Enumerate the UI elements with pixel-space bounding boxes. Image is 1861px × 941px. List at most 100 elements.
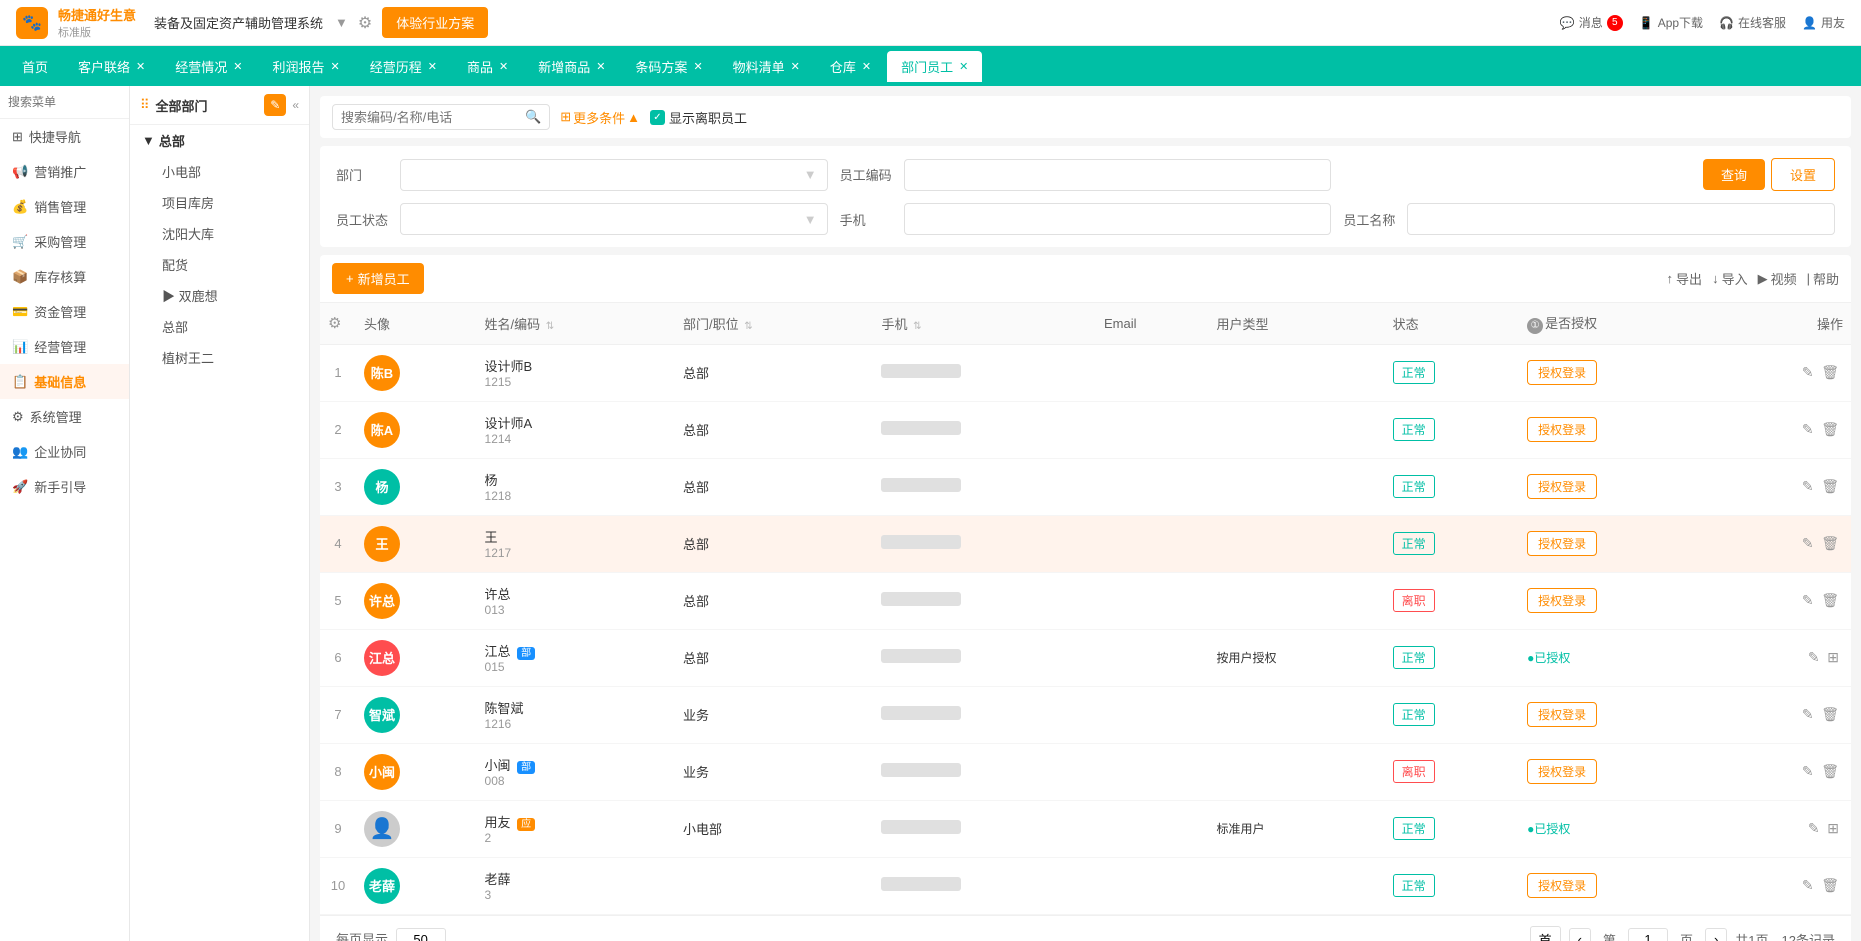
- sidebar-item-basic[interactable]: 📋 基础信息: [0, 364, 129, 399]
- dept-item-zhishu[interactable]: 植树王二: [150, 342, 309, 373]
- message-button[interactable]: 💬 消息 5: [1560, 14, 1623, 31]
- set-button[interactable]: 设置: [1771, 158, 1835, 191]
- nav-tab-operation[interactable]: 经营情况 ✕: [161, 51, 256, 82]
- nav-tab-add-goods-close[interactable]: ✕: [596, 60, 605, 73]
- edit-btn-9[interactable]: ✎: [1808, 820, 1820, 836]
- edit-btn-5[interactable]: ✎: [1802, 592, 1814, 608]
- edit-btn-8[interactable]: ✎: [1802, 763, 1814, 779]
- sidebar-item-finance[interactable]: 💳 资金管理: [0, 294, 129, 329]
- auth-btn-10[interactable]: 授权登录: [1527, 873, 1597, 898]
- nav-tab-home[interactable]: 首页: [8, 51, 62, 82]
- auth-btn-4[interactable]: 授权登录: [1527, 531, 1597, 556]
- settings-icon[interactable]: ⚙: [358, 13, 372, 33]
- filter-status-select[interactable]: ▼: [400, 203, 828, 235]
- auth-btn-2[interactable]: 授权登录: [1527, 417, 1597, 442]
- copy-btn-6[interactable]: ⊞: [1827, 649, 1839, 665]
- online-service-button[interactable]: 🎧 在线客服: [1719, 14, 1786, 31]
- dept-item-project[interactable]: 项目库房: [150, 187, 309, 218]
- delete-btn-5[interactable]: 🗑: [1821, 592, 1839, 608]
- nav-tab-customer[interactable]: 客户联络 ✕: [64, 51, 159, 82]
- auth-btn-1[interactable]: 授权登录: [1527, 360, 1597, 385]
- dept-item-xiaodian[interactable]: 小电部: [150, 156, 309, 187]
- sidebar-item-collab[interactable]: 👥 企业协同: [0, 434, 129, 469]
- next-page-button[interactable]: ›: [1705, 928, 1727, 941]
- export-button[interactable]: ↑ 导出: [1667, 269, 1703, 288]
- th-name[interactable]: 姓名/编码 ⇅: [477, 303, 675, 344]
- filter-code-input[interactable]: [904, 159, 1332, 191]
- delete-btn-7[interactable]: 🗑: [1821, 706, 1839, 722]
- help-button[interactable]: | 帮助: [1807, 269, 1839, 288]
- prev-page-button[interactable]: ‹: [1569, 928, 1591, 941]
- filter-dept-select[interactable]: ▼: [400, 159, 828, 191]
- dept-collapse-button[interactable]: «: [292, 98, 299, 112]
- column-settings-icon[interactable]: ⚙: [328, 315, 341, 332]
- auth-btn-3[interactable]: 授权登录: [1527, 474, 1597, 499]
- edit-btn-10[interactable]: ✎: [1802, 877, 1814, 893]
- edit-btn-7[interactable]: ✎: [1802, 706, 1814, 722]
- nav-tab-add-goods[interactable]: 新增商品 ✕: [524, 51, 619, 82]
- nav-tab-customer-close[interactable]: ✕: [136, 60, 145, 73]
- nav-tab-goods[interactable]: 商品 ✕: [453, 51, 522, 82]
- dept-item-shenyang[interactable]: 沈阳大库: [150, 218, 309, 249]
- auth-btn-7[interactable]: 授权登录: [1527, 702, 1597, 727]
- delete-btn-3[interactable]: 🗑: [1821, 478, 1839, 494]
- sidebar-item-quicknav[interactable]: ⊞ 快捷导航: [0, 119, 129, 154]
- dept-item-peihuo[interactable]: 配货: [150, 249, 309, 280]
- edit-btn-3[interactable]: ✎: [1802, 478, 1814, 494]
- nav-tab-history[interactable]: 经营历程 ✕: [356, 51, 451, 82]
- copy-btn-9[interactable]: ⊞: [1827, 820, 1839, 836]
- delete-btn-8[interactable]: 🗑: [1821, 763, 1839, 779]
- filter-phone-input[interactable]: [904, 203, 1332, 235]
- page-number-input[interactable]: [1628, 928, 1668, 941]
- import-button[interactable]: ↓ 导入: [1712, 269, 1748, 288]
- dropdown-arrow-icon[interactable]: ▼: [335, 15, 348, 30]
- edit-btn-6[interactable]: ✎: [1808, 649, 1820, 665]
- sidebar-item-marketing[interactable]: 📢 营销推广: [0, 154, 129, 189]
- auth-btn-5[interactable]: 授权登录: [1527, 588, 1597, 613]
- search-input[interactable]: [341, 110, 521, 125]
- nav-tab-goods-close[interactable]: ✕: [499, 60, 508, 73]
- nav-tab-history-close[interactable]: ✕: [428, 60, 437, 73]
- dept-group-zongbu-title[interactable]: ▼ 总部: [130, 125, 309, 156]
- query-button[interactable]: 查询: [1703, 159, 1765, 190]
- edit-btn-2[interactable]: ✎: [1802, 421, 1814, 437]
- auth-btn-8[interactable]: 授权登录: [1527, 759, 1597, 784]
- delete-btn-4[interactable]: 🗑: [1821, 535, 1839, 551]
- filter-name-input[interactable]: [1407, 203, 1835, 235]
- nav-tab-dept-close[interactable]: ✕: [959, 60, 968, 73]
- add-employee-button[interactable]: + 新增员工: [332, 263, 424, 294]
- per-page-input[interactable]: [396, 928, 446, 941]
- sidebar-item-sales[interactable]: 💰 销售管理: [0, 189, 129, 224]
- nav-tab-bom[interactable]: 物料清单 ✕: [719, 51, 814, 82]
- th-gear[interactable]: ⚙: [320, 303, 356, 344]
- view-button[interactable]: ▶ 视频: [1758, 269, 1797, 288]
- trial-button[interactable]: 体验行业方案: [382, 7, 488, 38]
- nav-tab-warehouse-close[interactable]: ✕: [862, 60, 871, 73]
- th-dept[interactable]: 部门/职位 ⇅: [675, 303, 873, 344]
- nav-tab-barcode-close[interactable]: ✕: [693, 60, 702, 73]
- user-button[interactable]: 👤 用友: [1802, 14, 1845, 31]
- edit-btn-4[interactable]: ✎: [1802, 535, 1814, 551]
- sidebar-search-input[interactable]: [8, 95, 130, 109]
- delete-btn-10[interactable]: 🗑: [1821, 877, 1839, 893]
- delete-btn-2[interactable]: 🗑: [1821, 421, 1839, 437]
- first-page-button[interactable]: 首: [1530, 926, 1561, 941]
- delete-btn-1[interactable]: 🗑: [1821, 364, 1839, 380]
- nav-tab-dept[interactable]: 部门员工 ✕: [887, 51, 982, 82]
- nav-tab-bom-close[interactable]: ✕: [791, 60, 800, 73]
- nav-tab-profit[interactable]: 利润报告 ✕: [258, 51, 353, 82]
- nav-tab-warehouse[interactable]: 仓库 ✕: [816, 51, 885, 82]
- sidebar-item-inventory[interactable]: 📦 库存核算: [0, 259, 129, 294]
- nav-tab-operation-close[interactable]: ✕: [233, 60, 242, 73]
- nav-tab-profit-close[interactable]: ✕: [331, 60, 340, 73]
- dept-edit-button[interactable]: ✎: [264, 94, 286, 116]
- edit-btn-1[interactable]: ✎: [1802, 364, 1814, 380]
- nav-tab-barcode[interactable]: 条码方案 ✕: [621, 51, 716, 82]
- dept-item-zongbu[interactable]: 总部: [150, 311, 309, 342]
- th-phone[interactable]: 手机 ⇅: [873, 303, 1096, 344]
- dept-item-shuanglu[interactable]: ▶ 双鹿想: [150, 280, 309, 311]
- app-download-button[interactable]: 📱 App下载: [1639, 14, 1703, 31]
- sidebar-item-guide[interactable]: 🚀 新手引导: [0, 469, 129, 504]
- more-filter-button[interactable]: ⊞ 更多条件 ▲: [560, 108, 640, 127]
- show-resigned-toggle[interactable]: ✓ 显示离职员工: [650, 108, 747, 127]
